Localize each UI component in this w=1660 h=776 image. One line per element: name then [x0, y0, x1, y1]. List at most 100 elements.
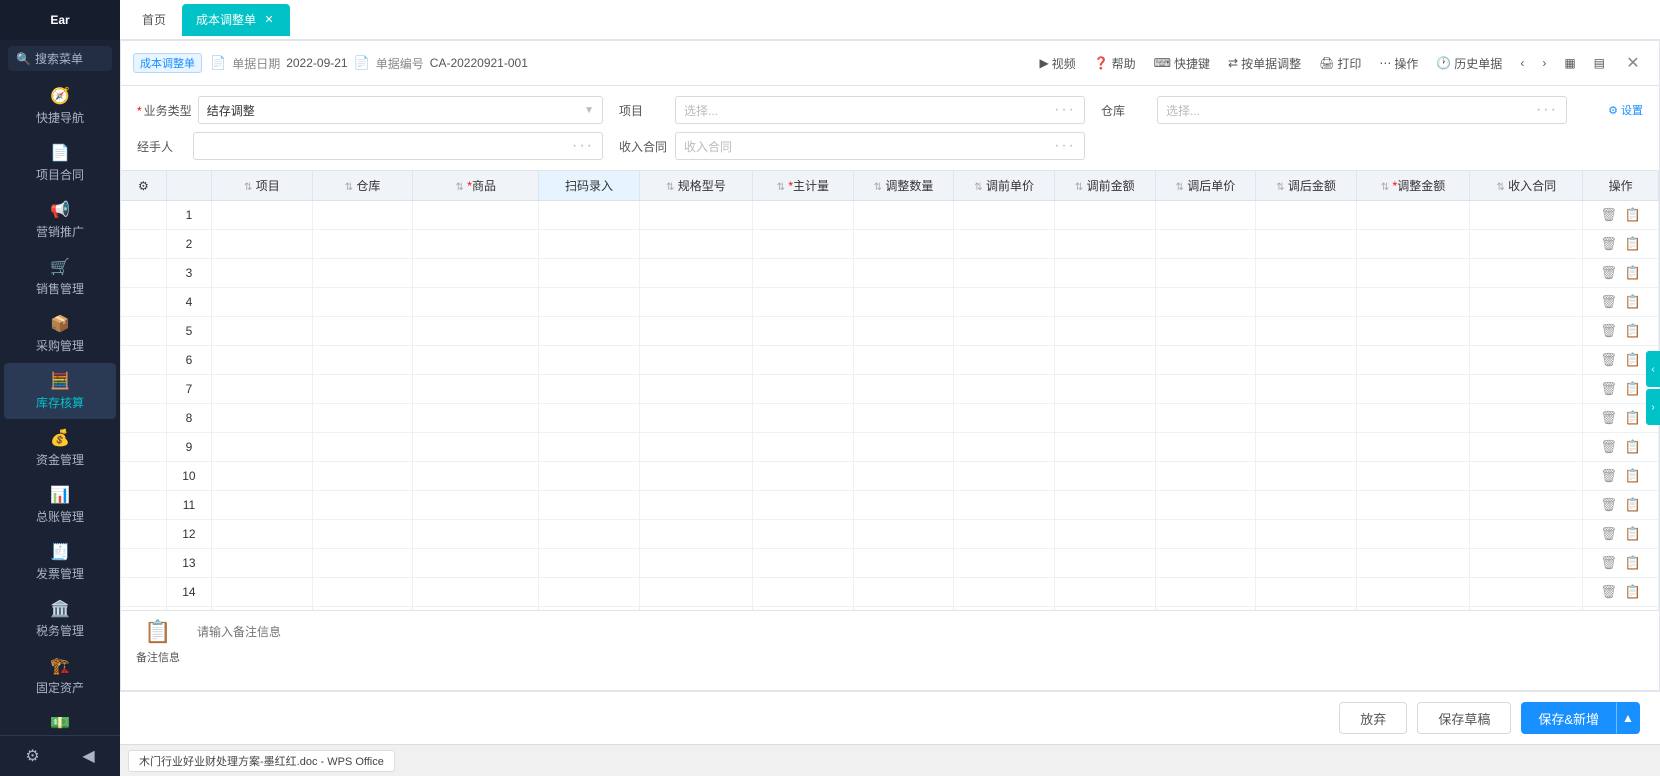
delete-icon[interactable]: 🗑: [1599, 408, 1619, 428]
copy-icon[interactable]: 📋: [1623, 321, 1643, 341]
row-project-cell[interactable]: [212, 491, 313, 520]
row-pre-amount-cell[interactable]: [1054, 259, 1155, 288]
copy-icon[interactable]: 📋: [1623, 205, 1643, 225]
table-row[interactable]: 9 🗑 📋: [121, 433, 1659, 462]
row-qty-cell[interactable]: [853, 520, 954, 549]
sidebar-item-purchase-mgmt[interactable]: 📦 采购管理: [4, 306, 116, 362]
row-scan-cell[interactable]: [539, 462, 640, 491]
row-income-contract-cell[interactable]: [1470, 375, 1583, 404]
sidebar-item-asset-mgmt[interactable]: 🏗️ 固定资产: [4, 648, 116, 704]
row-after-price-cell[interactable]: [1155, 288, 1256, 317]
row-pre-price-cell[interactable]: [954, 462, 1055, 491]
row-warehouse-cell[interactable]: [312, 433, 413, 462]
row-income-contract-cell[interactable]: [1470, 317, 1583, 346]
row-warehouse-cell[interactable]: [312, 607, 413, 611]
row-income-contract-cell[interactable]: [1470, 259, 1583, 288]
table-row[interactable]: 6 🗑 📋: [121, 346, 1659, 375]
row-pre-price-cell[interactable]: [954, 433, 1055, 462]
sidebar-item-payroll[interactable]: 💵 工资: [4, 705, 116, 735]
row-qty-cell[interactable]: [853, 317, 954, 346]
row-unit-cell[interactable]: [753, 346, 854, 375]
delete-icon[interactable]: 🗑: [1599, 205, 1619, 225]
row-scan-cell[interactable]: [539, 491, 640, 520]
row-spec-cell[interactable]: [639, 462, 752, 491]
sidebar-item-ledger-mgmt[interactable]: 📊 总账管理: [4, 477, 116, 533]
row-adjust-amount-cell[interactable]: [1356, 346, 1469, 375]
copy-icon[interactable]: 📋: [1623, 437, 1643, 457]
copy-icon[interactable]: 📋: [1623, 234, 1643, 254]
row-product-cell[interactable]: [413, 375, 539, 404]
copy-icon[interactable]: 📋: [1623, 379, 1643, 399]
right-collapse-tab-1[interactable]: ‹: [1646, 351, 1660, 387]
row-pre-amount-cell[interactable]: [1054, 433, 1155, 462]
sidebar-item-fund-mgmt[interactable]: 💰 资金管理: [4, 420, 116, 476]
row-pre-amount-cell[interactable]: [1054, 288, 1155, 317]
copy-icon[interactable]: 📋: [1623, 408, 1643, 428]
row-after-amount-cell[interactable]: [1256, 491, 1357, 520]
table-row[interactable]: 3 🗑 📋: [121, 259, 1659, 288]
row-spec-cell[interactable]: [639, 375, 752, 404]
row-income-contract-cell[interactable]: [1470, 346, 1583, 375]
row-product-cell[interactable]: [413, 433, 539, 462]
row-spec-cell[interactable]: [639, 607, 752, 611]
row-unit-cell[interactable]: [753, 578, 854, 607]
row-adjust-amount-cell[interactable]: [1356, 288, 1469, 317]
col-after-price-header[interactable]: ⇅ 调后单价: [1155, 171, 1256, 201]
row-qty-cell[interactable]: [853, 230, 954, 259]
row-product-cell[interactable]: [413, 578, 539, 607]
row-after-amount-cell[interactable]: [1256, 375, 1357, 404]
row-income-contract-cell[interactable]: [1470, 433, 1583, 462]
nav-prev-btn[interactable]: ‹: [1516, 54, 1528, 72]
row-project-cell[interactable]: [212, 404, 313, 433]
row-income-contract-cell[interactable]: [1470, 607, 1583, 611]
delete-icon[interactable]: 🗑: [1599, 553, 1619, 573]
row-unit-cell[interactable]: [753, 520, 854, 549]
copy-icon[interactable]: 📋: [1623, 466, 1643, 486]
row-after-amount-cell[interactable]: [1256, 201, 1357, 230]
table-container[interactable]: ⚙ ⇅ 项目 ⇅ 仓库 ⇅ *商品 扫码录入 ⇅ 规格型号 ⇅ *主计量 ⇅ 调…: [121, 171, 1659, 610]
row-income-contract-cell[interactable]: [1470, 288, 1583, 317]
row-pre-amount-cell[interactable]: [1054, 607, 1155, 611]
row-spec-cell[interactable]: [639, 520, 752, 549]
expand2-btn[interactable]: ▤: [1590, 54, 1609, 72]
row-adjust-amount-cell[interactable]: [1356, 375, 1469, 404]
row-adjust-amount-cell[interactable]: [1356, 520, 1469, 549]
row-pre-amount-cell[interactable]: [1054, 462, 1155, 491]
save-new-dropdown-button[interactable]: ▲: [1616, 702, 1640, 734]
row-after-price-cell[interactable]: [1155, 578, 1256, 607]
sidebar-item-quick-nav[interactable]: 🧭 快捷导航: [4, 78, 116, 134]
row-after-price-cell[interactable]: [1155, 549, 1256, 578]
row-after-amount-cell[interactable]: [1256, 549, 1357, 578]
row-income-contract-cell[interactable]: [1470, 404, 1583, 433]
row-pre-price-cell[interactable]: [954, 259, 1055, 288]
table-row[interactable]: 15 🗑 📋: [121, 607, 1659, 611]
sidebar-item-project-contract[interactable]: 📄 项目合同: [4, 135, 116, 191]
delete-icon[interactable]: 🗑: [1599, 437, 1619, 457]
row-scan-cell[interactable]: [539, 375, 640, 404]
row-qty-cell[interactable]: [853, 462, 954, 491]
delete-icon[interactable]: 🗑: [1599, 582, 1619, 602]
table-row[interactable]: 4 🗑 📋: [121, 288, 1659, 317]
row-pre-price-cell[interactable]: [954, 491, 1055, 520]
row-project-cell[interactable]: [212, 259, 313, 288]
project-input[interactable]: 选择... ···: [675, 96, 1085, 124]
row-warehouse-cell[interactable]: [312, 578, 413, 607]
row-project-cell[interactable]: [212, 462, 313, 491]
row-product-cell[interactable]: [413, 230, 539, 259]
col-product-header[interactable]: ⇅ *商品: [413, 171, 539, 201]
sidebar-item-sales-promotion[interactable]: 📢 营销推广: [4, 192, 116, 248]
row-pre-price-cell[interactable]: [954, 288, 1055, 317]
row-adjust-amount-cell[interactable]: [1356, 230, 1469, 259]
expand1-btn[interactable]: ▦: [1560, 54, 1579, 72]
row-income-contract-cell[interactable]: [1470, 491, 1583, 520]
row-product-cell[interactable]: [413, 607, 539, 611]
row-after-price-cell[interactable]: [1155, 346, 1256, 375]
row-qty-cell[interactable]: [853, 404, 954, 433]
row-unit-cell[interactable]: [753, 491, 854, 520]
row-product-cell[interactable]: [413, 491, 539, 520]
row-scan-cell[interactable]: [539, 404, 640, 433]
row-warehouse-cell[interactable]: [312, 201, 413, 230]
row-pre-amount-cell[interactable]: [1054, 520, 1155, 549]
row-spec-cell[interactable]: [639, 549, 752, 578]
shortcut-btn[interactable]: ⌨ 快捷键: [1150, 53, 1214, 74]
